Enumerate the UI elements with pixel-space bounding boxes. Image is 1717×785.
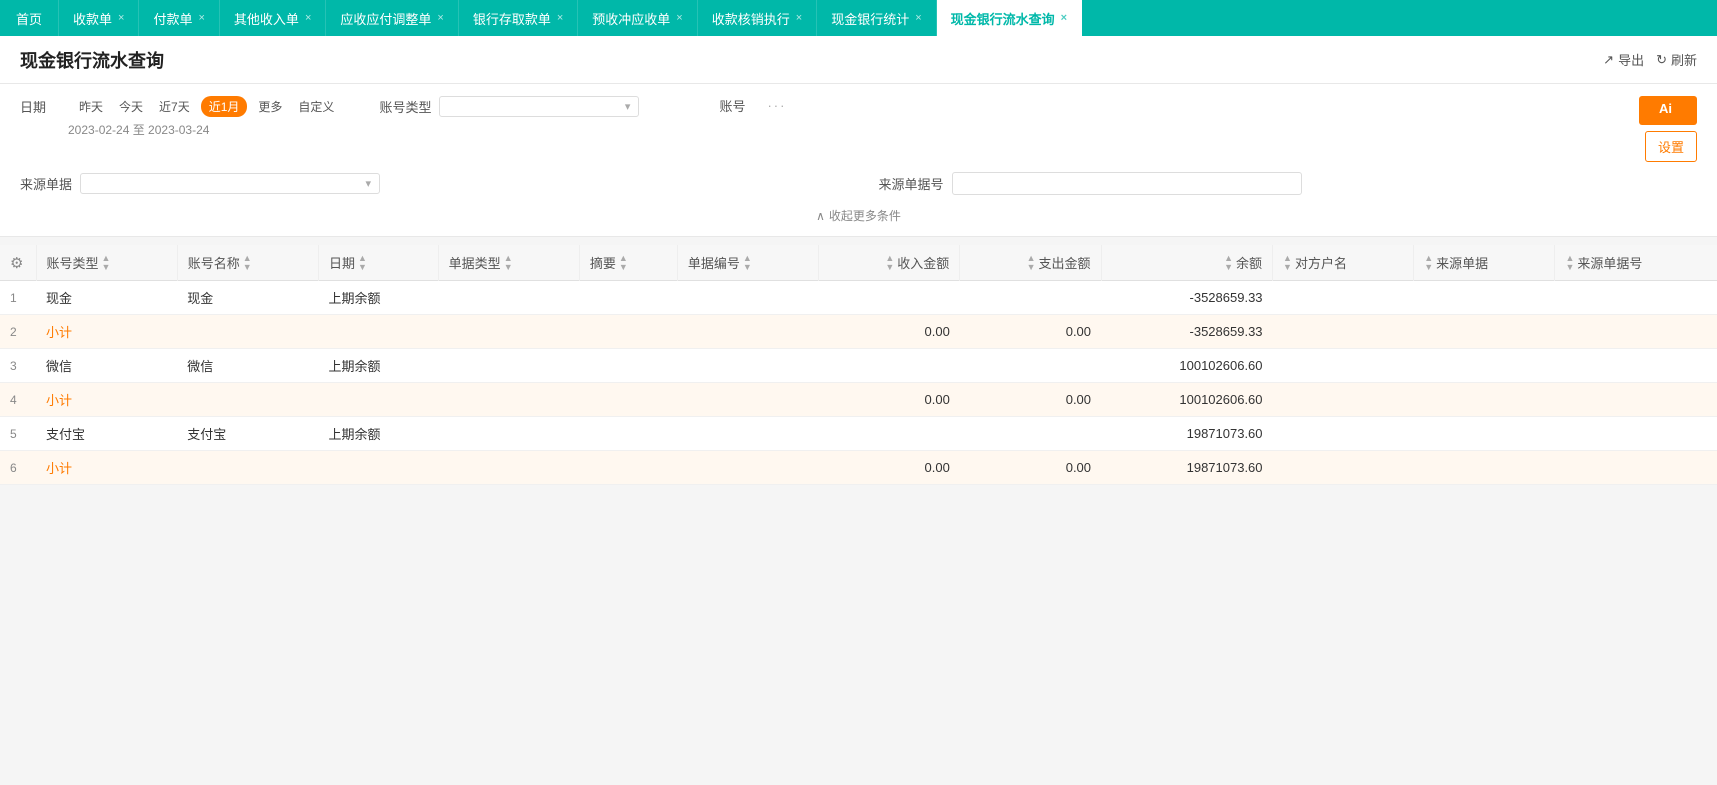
account-label: 账号 <box>719 96 759 115</box>
th-account-name[interactable]: 账号名称▲▼ <box>177 245 318 281</box>
data-table: ⚙ 账号类型▲▼ 账号名称▲▼ 日期▲▼ 单据类型▲▼ 摘要▲▼ <box>0 245 1717 485</box>
nav-tab-shoukuan[interactable]: 收款单 × <box>59 0 139 36</box>
nav-tab-adjust[interactable]: 应收应付调整单 × <box>326 0 458 36</box>
collapse-icon: ∧ <box>816 209 825 223</box>
table-body: 1现金现金上期余额-3528659.332小计0.000.00-3528659.… <box>0 281 1717 485</box>
nav-tab-other-income[interactable]: 其他收入单 × <box>220 0 326 36</box>
table-row: 5支付宝支付宝上期余额19871073.60 <box>0 417 1717 451</box>
nav-home[interactable]: 首页 <box>0 0 59 36</box>
date-label: 日期 <box>20 97 60 116</box>
top-nav: 首页 收款单 × 付款单 × 其他收入单 × 应收应付调整单 × 银行存取款单 … <box>0 0 1717 36</box>
date-btn-yesterday[interactable]: 昨天 <box>74 96 108 117</box>
date-btn-more[interactable]: 更多 <box>253 96 287 117</box>
th-source-doc[interactable]: ▲▼来源单据 <box>1414 245 1555 281</box>
close-icon[interactable]: × <box>676 12 682 24</box>
table-row: 1现金现金上期余额-3528659.33 <box>0 281 1717 315</box>
refresh-icon: ↻ <box>1656 52 1667 68</box>
header-actions: ↗ 导出 ↻ 刷新 <box>1603 50 1697 69</box>
table-row: 6小计0.000.0019871073.60 <box>0 451 1717 485</box>
date-btn-today[interactable]: 今天 <box>114 96 148 117</box>
date-range: 2023-02-24 至 2023-03-24 <box>68 123 209 137</box>
th-expense[interactable]: ▲▼支出金额 <box>960 245 1101 281</box>
th-source-doc-no[interactable]: ▲▼来源单据号 <box>1555 245 1717 281</box>
table-header-row: ⚙ 账号类型▲▼ 账号名称▲▼ 日期▲▼ 单据类型▲▼ 摘要▲▼ <box>0 245 1717 281</box>
nav-tab-prepay[interactable]: 预收冲应收单 × <box>578 0 697 36</box>
filter-area: 日期 昨天 今天 近7天 近1月 更多 自定义 2023-02-24 至 202… <box>0 84 1717 237</box>
source-doc-no-input[interactable] <box>952 172 1302 195</box>
close-icon[interactable]: × <box>437 12 443 24</box>
account-dots: ··· <box>767 98 786 113</box>
nav-tab-cash-stats[interactable]: 现金银行统计 × <box>817 0 936 36</box>
close-icon[interactable]: × <box>1061 12 1067 24</box>
source-doc-select[interactable]: ▾ <box>80 173 380 194</box>
settings-button[interactable]: 设置 <box>1645 131 1697 162</box>
table-container: ⚙ 账号类型▲▼ 账号名称▲▼ 日期▲▼ 单据类型▲▼ 摘要▲▼ <box>0 245 1717 485</box>
close-icon[interactable]: × <box>557 12 563 24</box>
close-icon[interactable]: × <box>118 12 124 24</box>
table-row: 2小计0.000.00-3528659.33 <box>0 315 1717 349</box>
th-doc-type[interactable]: 单据类型▲▼ <box>438 245 579 281</box>
th-summary[interactable]: 摘要▲▼ <box>579 245 677 281</box>
nav-tab-cash-flow[interactable]: 现金银行流水查询 × <box>937 0 1082 36</box>
nav-tab-fukuan[interactable]: 付款单 × <box>139 0 219 36</box>
chevron-down-icon: ▾ <box>365 177 371 190</box>
th-account-type[interactable]: 账号类型▲▼ <box>36 245 177 281</box>
export-icon: ↗ <box>1603 52 1614 68</box>
date-options: 昨天 今天 近7天 近1月 更多 自定义 <box>74 96 339 117</box>
account-type-select[interactable]: ▾ <box>439 96 639 117</box>
collapse-more-button[interactable]: ∧ 收起更多条件 <box>20 203 1697 228</box>
close-icon[interactable]: × <box>915 12 921 24</box>
th-gear: ⚙ <box>0 245 36 281</box>
close-icon[interactable]: × <box>198 12 204 24</box>
th-income[interactable]: ▲▼收入金额 <box>819 245 960 281</box>
account-type-label: 账号类型 <box>379 97 431 116</box>
page-header: 现金银行流水查询 ↗ 导出 ↻ 刷新 <box>0 36 1717 84</box>
refresh-button[interactable]: ↻ 刷新 <box>1656 50 1697 69</box>
settings-icon[interactable]: ⚙ <box>10 255 23 272</box>
date-btn-7days[interactable]: 近7天 <box>154 96 195 117</box>
export-button[interactable]: ↗ 导出 <box>1603 50 1644 69</box>
nav-tab-bank-deposit[interactable]: 银行存取款单 × <box>459 0 578 36</box>
close-icon[interactable]: × <box>305 12 311 24</box>
table-row: 4小计0.000.00100102606.60 <box>0 383 1717 417</box>
page-title: 现金银行流水查询 <box>20 47 164 73</box>
source-doc-label: 来源单据 <box>20 174 72 193</box>
nav-tab-collection[interactable]: 收款核销执行 × <box>698 0 817 36</box>
date-btn-1month[interactable]: 近1月 <box>201 96 248 117</box>
th-counterpart[interactable]: ▲▼对方户名 <box>1273 245 1414 281</box>
th-doc-no[interactable]: 单据编号▲▼ <box>677 245 818 281</box>
date-btn-custom[interactable]: 自定义 <box>293 96 339 117</box>
close-icon[interactable]: × <box>796 12 802 24</box>
table-row: 3微信微信上期余额100102606.60 <box>0 349 1717 383</box>
ai-badge[interactable]: Ai <box>1645 97 1686 120</box>
th-balance[interactable]: ▲▼余额 <box>1101 245 1273 281</box>
th-date[interactable]: 日期▲▼ <box>318 245 438 281</box>
chevron-down-icon: ▾ <box>625 100 631 113</box>
source-doc-no-label: 来源单据号 <box>879 174 944 193</box>
